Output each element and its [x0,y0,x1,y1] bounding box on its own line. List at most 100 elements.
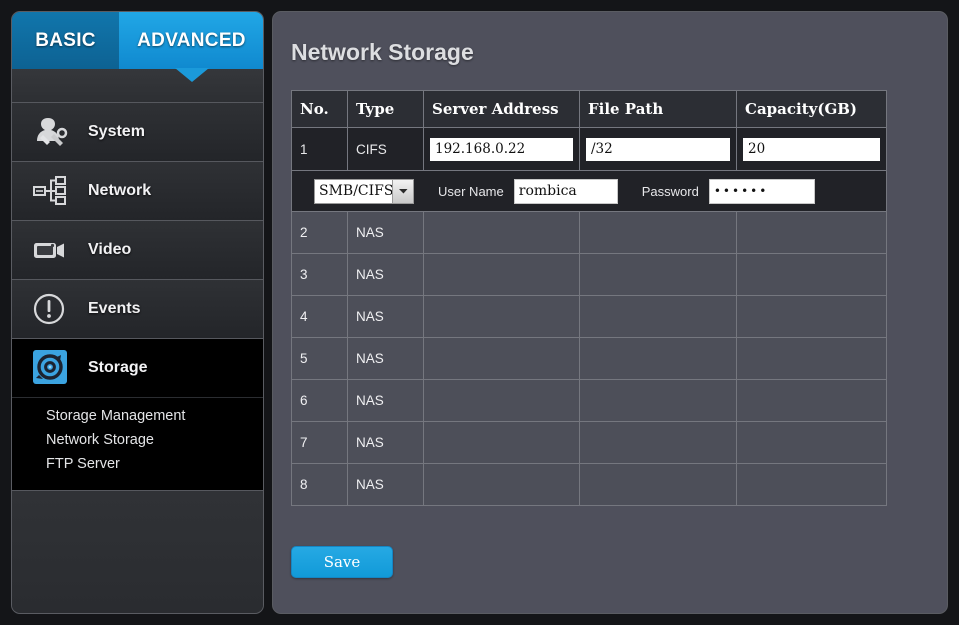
cell-capacity [737,254,887,296]
table-row[interactable]: 7 NAS [292,422,887,464]
active-tab-pointer-icon [175,68,209,82]
table-row[interactable]: 5 NAS [292,338,887,380]
video-camcorder-icon [28,230,72,270]
cell-type: NAS [348,380,424,422]
cell-server [424,464,580,506]
capacity-input[interactable] [743,138,880,161]
column-header-server: Server Address [424,91,580,128]
sidebar-subitem-ftp-server[interactable]: FTP Server [12,452,263,476]
network-nodes-icon [28,171,72,211]
cell-server [424,254,580,296]
column-header-path: File Path [580,91,737,128]
cell-path [580,338,737,380]
chevron-down-icon[interactable] [392,180,413,203]
sidebar-item-label: System [88,123,145,141]
cell-path [580,254,737,296]
sidebar-item-system[interactable]: System [12,103,263,162]
sidebar-item-storage[interactable]: Storage [12,339,263,398]
tab-underline-strip [12,69,263,103]
save-button-label: Save [324,553,361,571]
tab-advanced[interactable]: ADVANCED [119,12,264,69]
cell-type: NAS [348,296,424,338]
credentials-row: SMB/CIFS User Name Password [292,171,887,212]
cell-no: 4 [292,296,348,338]
sidebar-subitem-storage-management[interactable]: Storage Management [12,404,263,428]
file-path-input[interactable] [586,138,730,161]
page-title: Network Storage [291,39,947,66]
cell-type: NAS [348,212,424,254]
cell-server [424,212,580,254]
username-input[interactable] [514,179,618,204]
table-row[interactable]: 1 CIFS [292,128,887,171]
username-label: User Name [438,184,504,199]
server-address-input[interactable] [430,138,573,161]
network-storage-table: No. Type Server Address File Path Capaci… [291,90,887,506]
cell-type: NAS [348,464,424,506]
cell-capacity [737,464,887,506]
column-header-no: No. [292,91,348,128]
cell-path [580,422,737,464]
cell-server [424,422,580,464]
events-exclamation-icon [28,289,72,329]
tab-basic[interactable]: BASIC [12,12,119,69]
table-row[interactable]: 4 NAS [292,296,887,338]
cell-type: NAS [348,338,424,380]
top-tab-bar: BASIC ADVANCED [12,12,263,69]
cell-no: 1 [292,128,348,171]
cell-type: NAS [348,422,424,464]
network-storage-table-wrapper: No. Type Server Address File Path Capaci… [291,90,886,506]
cell-no: 3 [292,254,348,296]
sidebar-item-label: Storage [88,359,148,377]
sidebar-nav-list: System Network [12,103,263,611]
cell-type: CIFS [348,128,424,171]
cell-no: 7 [292,422,348,464]
cell-type: NAS [348,254,424,296]
tab-advanced-label: ADVANCED [137,30,246,52]
content-panel: Network Storage No. Type Server Address … [272,11,948,614]
device-web-ui: BASIC ADVANCED System [0,0,959,625]
sidebar-filler [12,490,263,611]
sidebar-item-network[interactable]: Network [12,162,263,221]
protocol-select[interactable]: SMB/CIFS [314,179,414,204]
table-row[interactable]: 3 NAS [292,254,887,296]
active-item-arrow-icon [262,339,264,397]
tab-basic-label: BASIC [35,30,96,52]
password-input[interactable] [709,179,815,204]
cell-capacity [737,422,887,464]
storage-disk-icon [28,348,72,388]
sidebar-item-label: Events [88,300,140,318]
protocol-select-value: SMB/CIFS [315,183,393,199]
save-button[interactable]: Save [291,546,393,578]
cell-no: 6 [292,380,348,422]
table-row[interactable]: 2 NAS [292,212,887,254]
cell-server [424,338,580,380]
sidebar-subitem-network-storage[interactable]: Network Storage [12,428,263,452]
cell-no: 5 [292,338,348,380]
cell-capacity [737,128,887,171]
password-label: Password [642,184,699,199]
cell-path [580,296,737,338]
sidebar-item-label: Network [88,182,151,200]
cell-no: 8 [292,464,348,506]
table-row[interactable]: 8 NAS [292,464,887,506]
cell-capacity [737,338,887,380]
system-person-tools-icon [28,112,72,152]
cell-capacity [737,296,887,338]
cell-server [424,296,580,338]
sidebar-submenu-storage: Storage Management Network Storage FTP S… [12,398,263,490]
cell-capacity [737,380,887,422]
credentials-bar: SMB/CIFS User Name Password [292,179,886,204]
table-row[interactable]: 6 NAS [292,380,887,422]
sidebar-item-video[interactable]: Video [12,221,263,280]
sidebar: BASIC ADVANCED System [11,11,264,614]
cell-path [580,464,737,506]
cell-path [580,128,737,171]
cell-path [580,212,737,254]
credentials-cell: SMB/CIFS User Name Password [292,171,887,212]
cell-path [580,380,737,422]
cell-no: 2 [292,212,348,254]
sidebar-item-label: Video [88,241,131,259]
cell-server [424,128,580,171]
sidebar-item-events[interactable]: Events [12,280,263,339]
cell-capacity [737,212,887,254]
